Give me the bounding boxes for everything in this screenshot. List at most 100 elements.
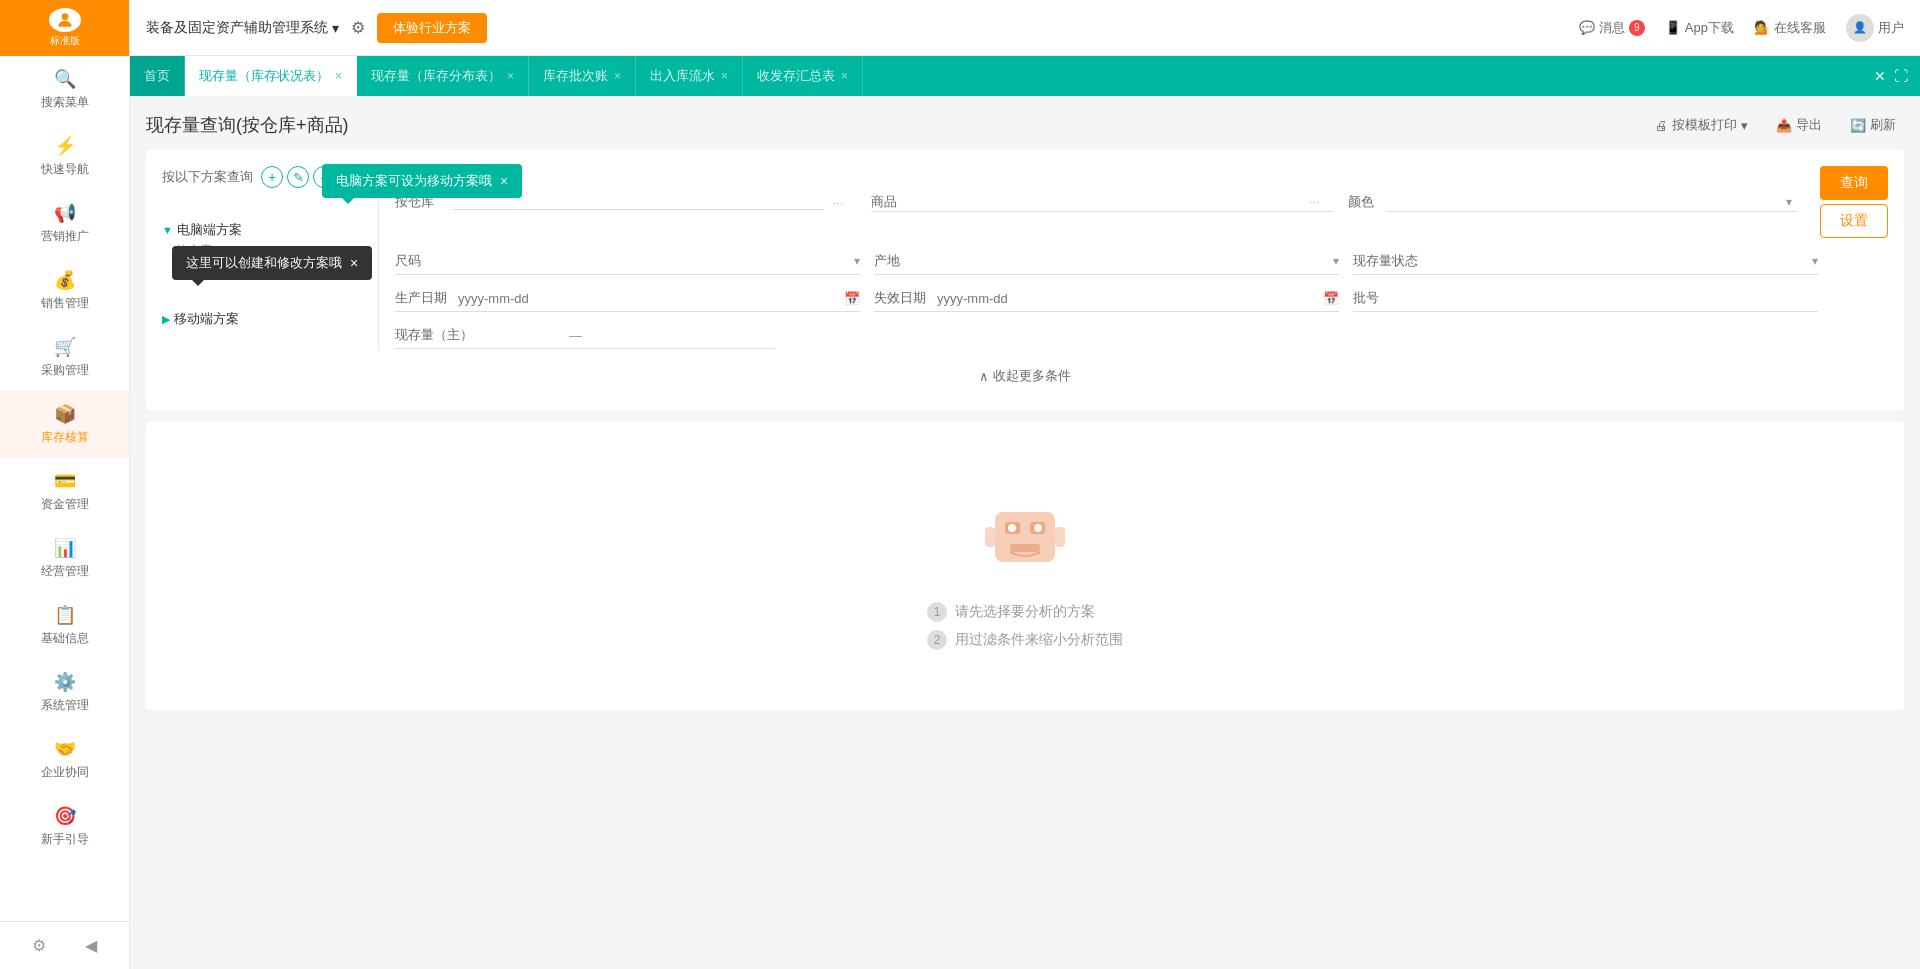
sidebar-item-stock[interactable]: 📦 库存核算 <box>0 391 129 458</box>
tab-recv-send[interactable]: 收发存汇总表 × <box>743 56 863 96</box>
sidebar-item-sales[interactable]: 💰 销售管理 <box>0 257 129 324</box>
mobile-icon: 📱 <box>1665 20 1681 35</box>
refresh-label: 刷新 <box>1870 116 1896 134</box>
mobile-plan-toggle: ▶ <box>162 313 170 326</box>
page-title-bar: 现存量查询(按仓库+商品) 🖨 按模板打印 ▾ 📤 导出 🔄 刷新 <box>146 112 1904 138</box>
size-label: 尺码 <box>395 252 435 270</box>
experience-button[interactable]: 体验行业方案 <box>377 13 487 43</box>
sidebar-item-assets[interactable]: 💳 资金管理 <box>0 458 129 525</box>
quick-nav-icon: ⚡ <box>54 135 76 157</box>
collapse-up-icon: ∧ <box>979 369 989 384</box>
tab-stock-status-close[interactable]: × <box>335 69 342 83</box>
stock-qty-max-input[interactable] <box>590 328 670 343</box>
sidebar-item-system-label: 系统管理 <box>41 697 89 714</box>
sidebar-item-marketing-label: 营销推广 <box>41 228 89 245</box>
stock-status-select[interactable] <box>1426 254 1812 269</box>
mobile-plan-item[interactable]: ▶ 移动端方案 <box>162 307 362 331</box>
tooltip-plan-mobile-close[interactable]: × <box>500 173 508 189</box>
collapse-sidebar-icon[interactable]: ◀ <box>85 936 97 955</box>
expiry-date-calendar-icon[interactable]: 📅 <box>1323 291 1339 306</box>
app-download-action[interactable]: 📱 App下载 <box>1665 19 1734 37</box>
page-actions: 🖨 按模板打印 ▾ 📤 导出 🔄 刷新 <box>1647 112 1904 138</box>
tab-batch-account[interactable]: 库存批次账 × <box>529 56 636 96</box>
sidebar-item-guide[interactable]: 🎯 新手引导 <box>0 793 129 860</box>
sidebar-item-enterprise-label: 企业协同 <box>41 764 89 781</box>
color-label: 颜色 <box>1348 193 1378 211</box>
tab-recv-send-close[interactable]: × <box>841 69 848 83</box>
empty-state-icon <box>975 482 1075 582</box>
tab-stock-status-label: 现存量（库存状况表） <box>199 67 329 85</box>
sales-icon: 💰 <box>54 269 76 291</box>
filter-panel: 按以下方案查询 + ✎ « 电脑方案可设为移动方案哦 × <box>146 150 1904 410</box>
size-select[interactable] <box>443 254 854 269</box>
export-button[interactable]: 📤 导出 <box>1768 112 1830 138</box>
sidebar-item-system[interactable]: ⚙️ 系统管理 <box>0 659 129 726</box>
warehouse-dots[interactable]: ··· <box>832 195 843 210</box>
sidebar-item-purchase[interactable]: 🛒 采购管理 <box>0 324 129 391</box>
sidebar-item-search[interactable]: 🔍 搜索菜单 <box>0 56 129 123</box>
sidebar-item-search-label: 搜索菜单 <box>41 94 89 111</box>
tab-home-label: 首页 <box>144 67 170 85</box>
tab-stock-dist-close[interactable]: × <box>507 69 514 83</box>
stock-status-label: 现存量状态 <box>1353 252 1418 270</box>
print-button[interactable]: 🖨 按模板打印 ▾ <box>1647 112 1756 138</box>
batch-label: 批号 <box>1353 289 1383 307</box>
setting-button[interactable]: 设置 <box>1820 204 1888 238</box>
sidebar-bottom: ⚙ ◀ <box>0 921 129 969</box>
settings-gear-icon[interactable]: ⚙ <box>351 18 365 37</box>
top-header: 装备及固定资产辅助管理系统 ▾ ⚙ 体验行业方案 💬 消息 9 📱 App下载 … <box>130 0 1920 56</box>
operations-icon: 📊 <box>54 537 76 559</box>
tooltip-create-plan: 这里可以创建和修改方案哦 × <box>172 246 372 280</box>
sidebar-item-operations[interactable]: 📊 经营管理 <box>0 525 129 592</box>
prod-date-label: 生产日期 <box>395 289 450 307</box>
sidebar-item-enterprise[interactable]: 🤝 企业协同 <box>0 726 129 793</box>
tab-stock-dist-label: 现存量（库存分布表） <box>371 67 501 85</box>
tab-inout-flow-label: 出入库流水 <box>650 67 715 85</box>
batch-input[interactable] <box>1391 291 1818 306</box>
sidebar-item-basic-info[interactable]: 📋 基础信息 <box>0 592 129 659</box>
page-title: 现存量查询(按仓库+商品) <box>146 113 349 137</box>
sidebar: 标准版 🔍 搜索菜单 ⚡ 快速导航 📢 营销推广 💰 销售管理 🛒 采购管理 📦… <box>0 0 130 969</box>
origin-select[interactable] <box>922 254 1333 269</box>
query-button[interactable]: 查询 <box>1820 166 1888 200</box>
system-selector[interactable]: 装备及固定资产辅助管理系统 ▾ <box>146 19 339 37</box>
batch-field: 批号 <box>1353 289 1818 312</box>
edit-plan-button[interactable]: ✎ <box>287 166 309 188</box>
sidebar-item-quick-nav-label: 快速导航 <box>41 161 89 178</box>
tab-stock-dist[interactable]: 现存量（库存分布表） × <box>357 56 529 96</box>
color-field: 颜色 ▾ <box>1348 192 1808 212</box>
expiry-date-input[interactable] <box>937 291 1315 306</box>
color-select[interactable] <box>1386 192 1786 211</box>
tab-inout-flow[interactable]: 出入库流水 × <box>636 56 743 96</box>
stock-qty-label: 现存量（主） <box>395 326 473 344</box>
step-1-text: 请先选择要分析的方案 <box>955 603 1095 621</box>
collapse-bar[interactable]: ∧ 收起更多条件 <box>162 359 1888 393</box>
tab-stock-status[interactable]: 现存量（库存状况表） × <box>185 56 357 96</box>
prod-date-input[interactable] <box>458 291 836 306</box>
user-action[interactable]: 👤 用户 <box>1846 14 1904 42</box>
online-service-action[interactable]: 💁 在线客服 <box>1754 19 1826 37</box>
tooltip-create-plan-close[interactable]: × <box>350 255 358 271</box>
size-select-arrow: ▾ <box>854 254 860 268</box>
sidebar-item-quick-nav[interactable]: ⚡ 快速导航 <box>0 123 129 190</box>
tab-batch-account-close[interactable]: × <box>614 69 621 83</box>
add-plan-button[interactable]: + <box>261 166 283 188</box>
tab-home[interactable]: 首页 <box>130 56 185 96</box>
prod-date-calendar-icon[interactable]: 📅 <box>844 291 860 306</box>
sidebar-item-sales-label: 销售管理 <box>41 295 89 312</box>
goods-input[interactable] <box>909 194 1300 209</box>
tab-close-all-icon[interactable]: ✕ <box>1874 68 1886 84</box>
stock-qty-min-input[interactable] <box>481 328 561 343</box>
refresh-button[interactable]: 🔄 刷新 <box>1842 112 1904 138</box>
origin-field: 产地 ▾ <box>874 252 1339 275</box>
goods-field: 商品 ··· <box>871 193 1331 212</box>
tab-inout-flow-close[interactable]: × <box>721 69 728 83</box>
sidebar-item-marketing[interactable]: 📢 营销推广 <box>0 190 129 257</box>
tab-bar: 首页 现存量（库存状况表） × 现存量（库存分布表） × 库存批次账 × 出入库… <box>130 56 1920 96</box>
purchase-icon: 🛒 <box>54 336 76 358</box>
desktop-plan-item[interactable]: ▼ 电脑端方案 <box>162 218 362 242</box>
tab-fullscreen-icon[interactable]: ⛶ <box>1894 68 1908 84</box>
goods-dots[interactable]: ··· <box>1309 194 1320 209</box>
notification-action[interactable]: 💬 消息 9 <box>1579 19 1645 37</box>
settings-bottom-icon[interactable]: ⚙ <box>32 936 46 955</box>
